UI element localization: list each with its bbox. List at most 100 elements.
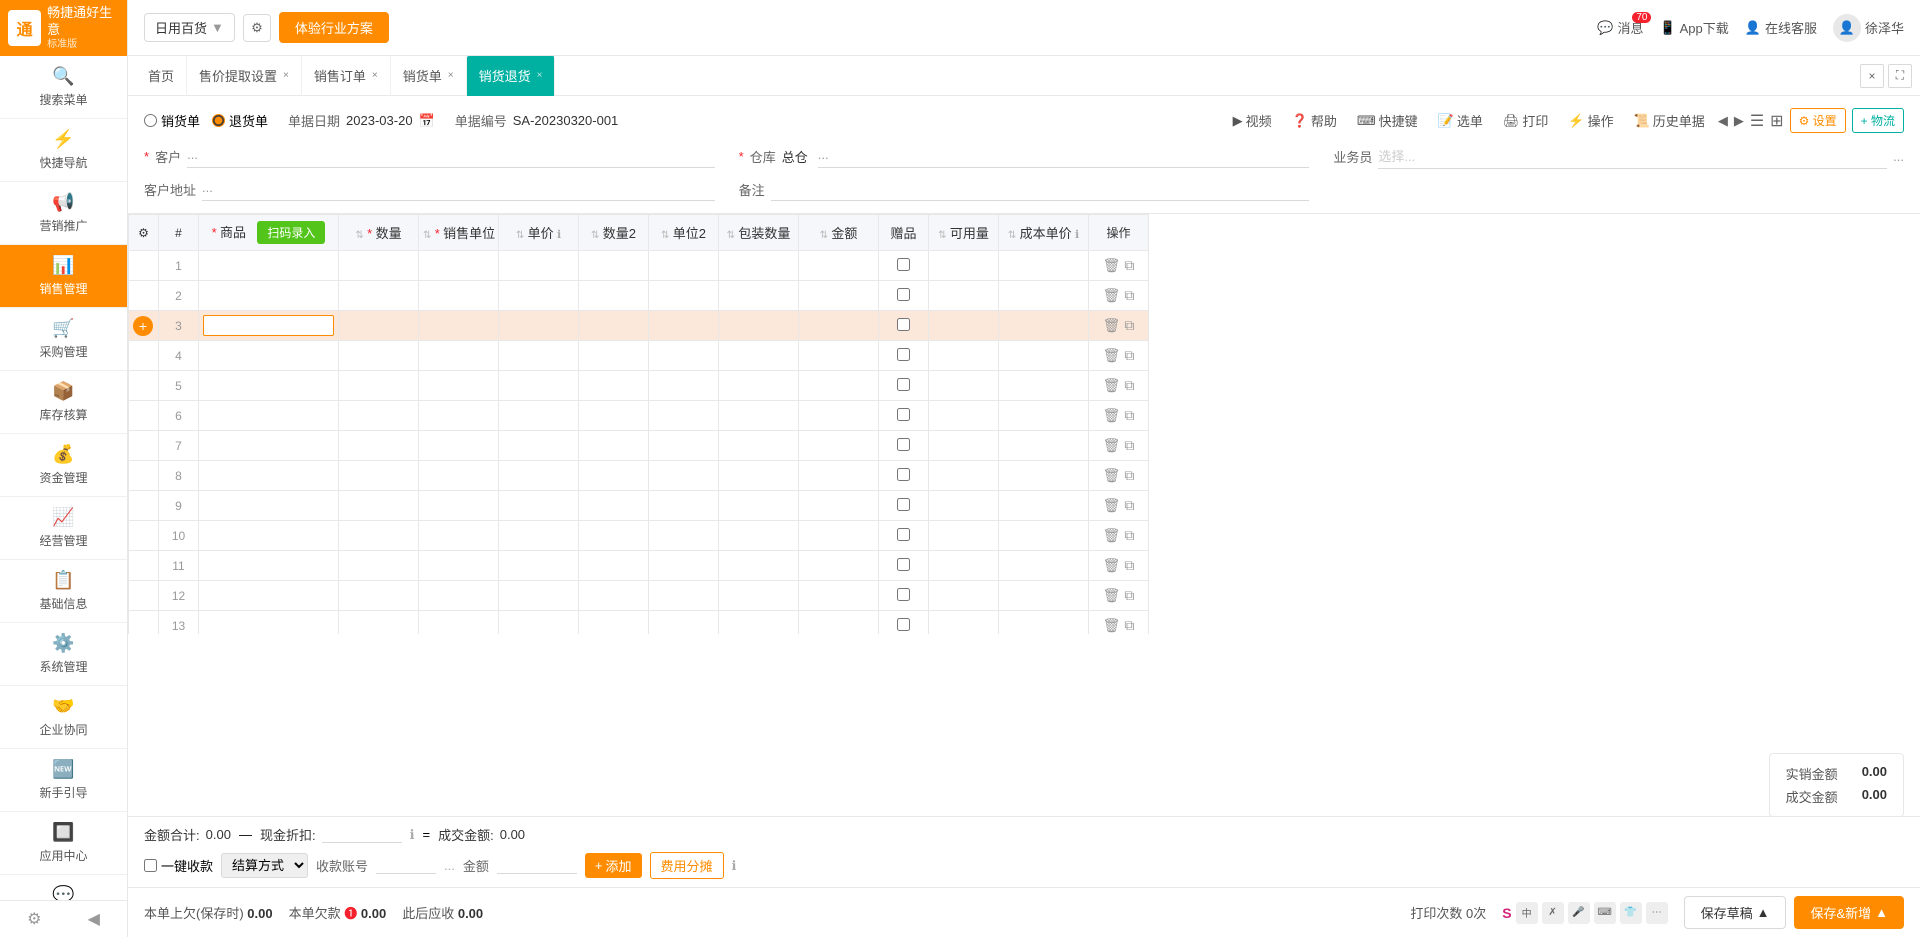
gift-checkbox[interactable] [897,288,910,301]
gift-checkbox[interactable] [897,318,910,331]
delete-row-icon[interactable]: 🗑 [1103,317,1121,334]
warehouse-input[interactable]: ... [818,144,1310,168]
address-input[interactable]: ... [202,177,715,201]
avail-qty-cell[interactable] [929,611,999,635]
pkg-qty-cell[interactable] [719,341,799,371]
amount-cell[interactable] [799,491,879,521]
cost-price-cell[interactable] [999,371,1089,401]
tab-sales-order[interactable]: 销售订单 × [302,56,391,96]
sogou-icon-5[interactable]: 👕 [1620,902,1642,924]
sort-avail-icon[interactable]: ⇅ [938,230,946,241]
gift-cell[interactable] [879,341,929,371]
amount-cell[interactable] [799,551,879,581]
unit2-cell[interactable] [649,281,719,311]
close-all-tabs-button[interactable]: × [1860,64,1884,88]
video-btn[interactable]: ▶视频 [1226,108,1279,133]
pkg-qty-cell[interactable] [719,581,799,611]
table-col-settings[interactable]: ⚙ [129,215,159,251]
amount-cell[interactable] [799,341,879,371]
unit2-cell[interactable] [649,461,719,491]
one-click-payment-checkbox[interactable]: 一键收款 [144,856,213,875]
sale-unit-cell[interactable] [419,401,499,431]
product-cell[interactable] [199,341,339,371]
pkg-qty-cell[interactable] [719,251,799,281]
daily-category-select[interactable]: 日用百货 ▼ [144,13,235,42]
price-cell[interactable] [499,521,579,551]
sidebar-item-enterprise[interactable]: 🤝企业协同 [0,686,127,749]
qty-cell[interactable] [339,611,419,635]
avail-qty-cell[interactable] [929,281,999,311]
history-btn[interactable]: 📜历史单据 [1627,108,1712,133]
pkg-qty-cell[interactable] [719,431,799,461]
copy-row-icon[interactable]: ⧉ [1124,257,1134,274]
pkg-qty-cell[interactable] [719,551,799,581]
operation-btn[interactable]: ⚡操作 [1561,108,1620,133]
sort-unit-icon[interactable]: ⇅ [423,230,431,241]
delete-row-icon[interactable]: 🗑 [1103,557,1121,574]
delete-row-icon[interactable]: 🗑 [1103,587,1121,604]
tab-sales-return[interactable]: 销货退货 × [467,56,556,96]
message-button[interactable]: 💬 消息 70 [1597,18,1643,37]
product-cell[interactable] [199,551,339,581]
copy-row-icon[interactable]: ⧉ [1124,587,1134,604]
radio-sale-bill[interactable]: 销货单 [144,111,200,130]
pkg-qty-cell[interactable] [719,401,799,431]
pkg-qty-cell[interactable] [719,521,799,551]
app-download-button[interactable]: 📱 App下载 [1659,18,1728,37]
list-view-icon[interactable]: ☰ [1750,111,1764,131]
product-cell[interactable] [199,371,339,401]
gift-checkbox[interactable] [897,558,910,571]
qty2-cell[interactable] [579,611,649,635]
copy-row-icon[interactable]: ⧉ [1124,467,1134,484]
price-cell[interactable] [499,431,579,461]
pkg-qty-cell[interactable] [719,461,799,491]
sale-unit-cell[interactable] [419,611,499,635]
product-cell[interactable] [199,401,339,431]
qty-cell[interactable] [339,461,419,491]
product-cell[interactable] [199,461,339,491]
unit2-cell[interactable] [649,431,719,461]
calc-method-select[interactable]: 结算方式 [221,853,308,878]
qty-cell[interactable] [339,281,419,311]
sale-unit-cell[interactable] [419,581,499,611]
delete-row-icon[interactable]: 🗑 [1103,407,1121,424]
sidebar-item-basic[interactable]: 📋基础信息 [0,560,127,623]
close-tab-price-icon[interactable]: × [283,70,289,81]
cash-discount-input[interactable] [322,827,402,843]
avail-qty-cell[interactable] [929,521,999,551]
cost-price-cell[interactable] [999,311,1089,341]
qty-cell[interactable] [339,551,419,581]
sort-qty-icon[interactable]: ⇅ [355,230,363,241]
gift-cell[interactable] [879,431,929,461]
price-cell[interactable] [499,341,579,371]
product-cell[interactable] [199,281,339,311]
qty2-cell[interactable] [579,371,649,401]
sale-unit-cell[interactable] [419,251,499,281]
tab-sales-bill[interactable]: 销货单 × [391,56,467,96]
qty-cell[interactable] [339,521,419,551]
qty-cell[interactable] [339,251,419,281]
unit2-cell[interactable] [649,371,719,401]
price-cell[interactable] [499,581,579,611]
pkg-qty-cell[interactable] [719,491,799,521]
sogou-icon-2[interactable]: ✗ [1542,902,1564,924]
cost-price-cell[interactable] [999,431,1089,461]
sort-amount-icon[interactable]: ⇅ [820,230,828,241]
avail-qty-cell[interactable] [929,461,999,491]
amount-cell[interactable] [799,461,879,491]
cost-price-cell[interactable] [999,581,1089,611]
price-cell[interactable] [499,281,579,311]
sort-unit2-icon[interactable]: ⇅ [661,230,669,241]
qty-cell[interactable] [339,401,419,431]
product-cell[interactable] [199,431,339,461]
pkg-qty-cell[interactable] [719,611,799,635]
gift-checkbox[interactable] [897,468,910,481]
copy-row-icon[interactable]: ⧉ [1124,347,1134,364]
price-cell[interactable] [499,401,579,431]
amount-cell[interactable] [799,311,879,341]
sidebar-item-sales[interactable]: 📊销售管理 [0,245,127,308]
copy-row-icon[interactable]: ⧉ [1124,317,1134,334]
product-cell[interactable] [199,521,339,551]
unit2-cell[interactable] [649,491,719,521]
qty-cell[interactable] [339,431,419,461]
